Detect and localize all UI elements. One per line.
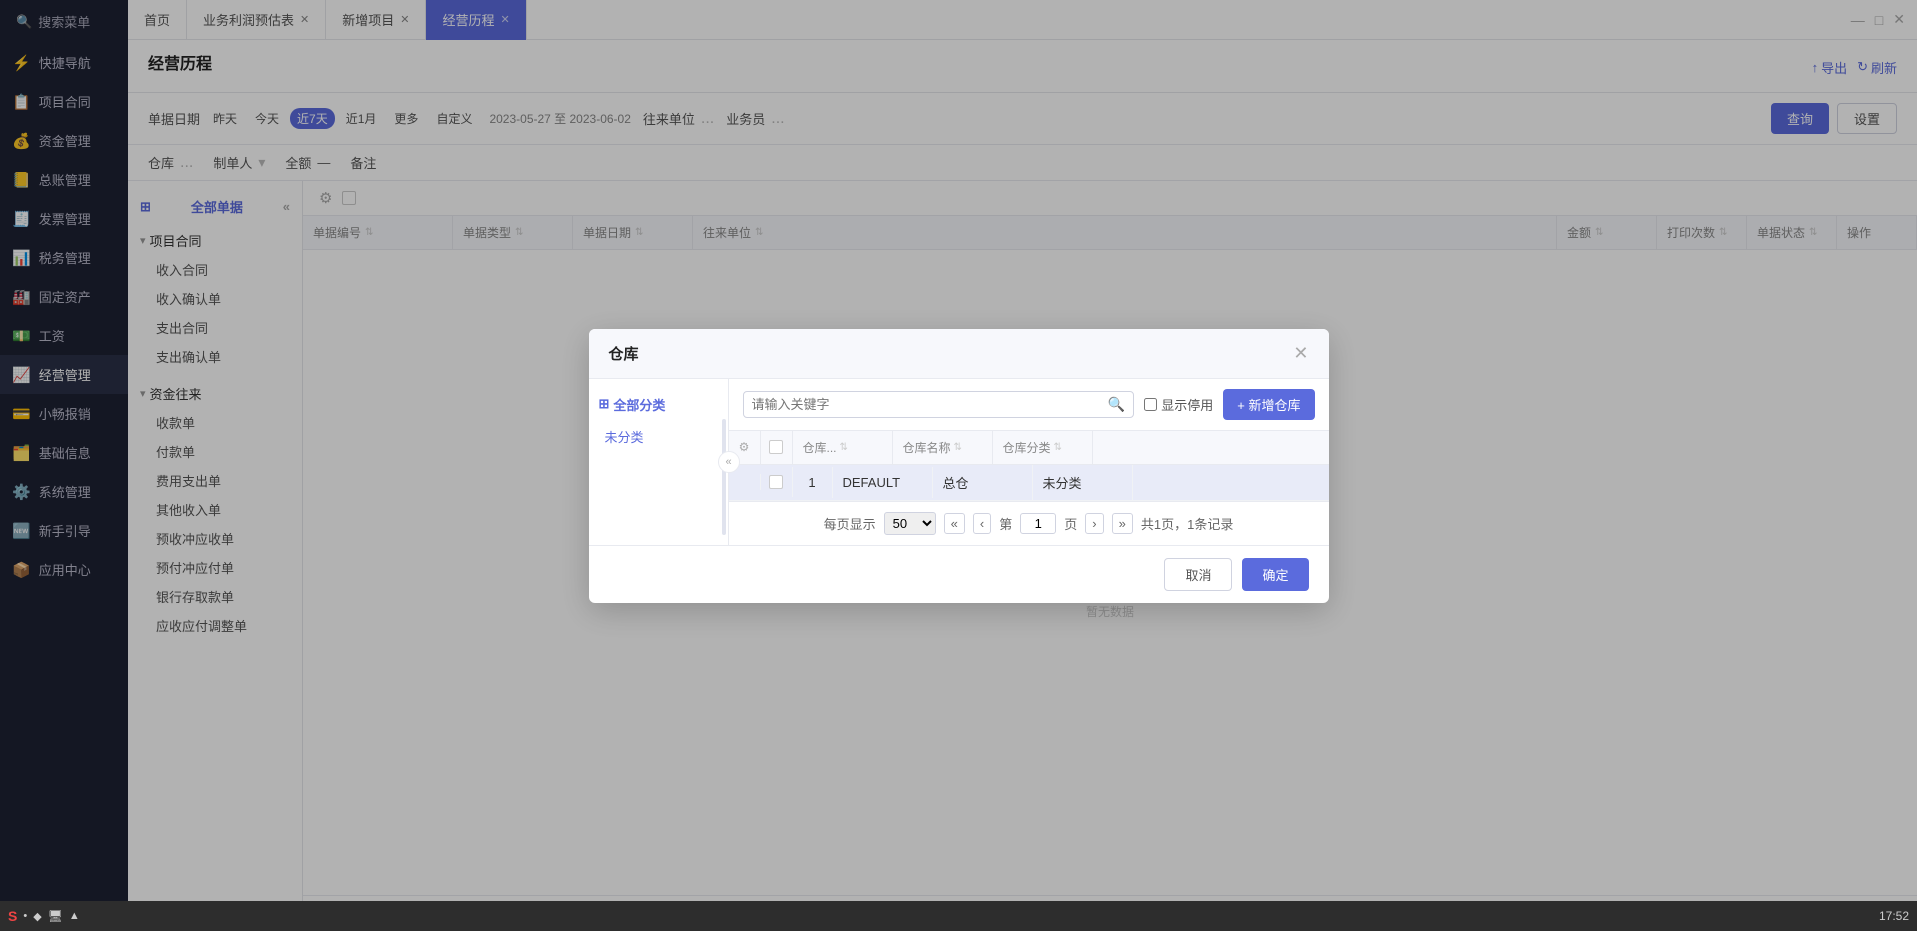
- modal-title: 仓库: [609, 343, 639, 364]
- modal-right-panel: 🔍 显示停用 + 新增仓库 ⚙: [729, 379, 1329, 545]
- modal-table: ⚙ 仓库... ⇅ 仓库名称 ⇅: [729, 431, 1329, 501]
- modal-row-check[interactable]: [761, 467, 793, 497]
- taskbar: S • ◆ 🖥 ▲ 17:52: [0, 901, 1917, 931]
- modal-th-code: 仓库... ⇅: [793, 431, 893, 464]
- modal-left-item-label: 未分类: [605, 430, 644, 445]
- modal-search-input[interactable]: [752, 397, 1102, 412]
- taskbar-icon-triangle[interactable]: ▲: [69, 910, 80, 922]
- taskbar-icon-screen[interactable]: 🖥: [48, 909, 63, 923]
- modal-left-panel: ⊞ 全部分类 未分类 «: [589, 379, 729, 545]
- modal-left-scrollbar: [722, 419, 726, 535]
- taskbar-time: 17:52: [1879, 909, 1909, 923]
- modal-select-all-checkbox[interactable]: [769, 440, 783, 454]
- taskbar-dot1: •: [23, 910, 27, 922]
- modal-prev-page-btn[interactable]: ‹: [973, 513, 991, 534]
- modal-close-btn[interactable]: ✕: [1293, 343, 1308, 364]
- modal-row-num: 1: [793, 467, 833, 498]
- modal-left-item-uncategorized[interactable]: 未分类: [589, 420, 728, 453]
- modal-cancel-btn[interactable]: 取消: [1164, 558, 1232, 591]
- taskbar-start-icon[interactable]: S: [8, 908, 17, 924]
- modal-row-category: 未分类: [1033, 465, 1133, 500]
- modal-page-input[interactable]: [1020, 513, 1056, 534]
- modal-body: ⊞ 全部分类 未分类 « 🔍: [589, 379, 1329, 545]
- modal-total-info: 共1页，1条记录: [1141, 514, 1233, 533]
- modal-th-category: 仓库分类 ⇅: [993, 431, 1093, 464]
- modal-page-label: 第: [999, 514, 1012, 533]
- code-sort-icon: ⇅: [840, 442, 848, 453]
- taskbar-dot2: ◆: [33, 910, 41, 923]
- show-disabled-checkbox[interactable]: [1144, 398, 1157, 411]
- modal-first-page-btn[interactable]: «: [944, 513, 965, 534]
- modal-per-page-label: 每页显示: [824, 514, 876, 533]
- modal-toolbar: 🔍 显示停用 + 新增仓库: [729, 379, 1329, 431]
- modal-overlay: 仓库 ✕ ⊞ 全部分类 未分类 «: [0, 0, 1917, 931]
- cat-sort-icon: ⇅: [1054, 442, 1062, 453]
- warehouse-modal: 仓库 ✕ ⊞ 全部分类 未分类 «: [589, 329, 1329, 603]
- modal-confirm-btn[interactable]: 确定: [1242, 558, 1308, 591]
- modal-table-header: ⚙ 仓库... ⇅ 仓库名称 ⇅: [729, 431, 1329, 465]
- modal-search-icon: 🔍: [1108, 396, 1125, 413]
- modal-all-label: 全部分类: [613, 395, 665, 414]
- modal-next-page-btn[interactable]: ›: [1085, 513, 1103, 534]
- name-sort-icon: ⇅: [954, 442, 962, 453]
- gear-header-icon[interactable]: ⚙: [739, 440, 750, 454]
- modal-pagination: 每页显示 50 100 « ‹ 第 页 › » 共1页，1条记录: [729, 501, 1329, 545]
- modal-left-all-btn[interactable]: ⊞ 全部分类: [589, 389, 728, 420]
- modal-footer: 取消 确定: [589, 545, 1329, 603]
- modal-row-code: DEFAULT: [833, 467, 933, 498]
- modal-th-name: 仓库名称 ⇅: [893, 431, 993, 464]
- modal-left-toggle-btn[interactable]: «: [718, 451, 740, 473]
- row-checkbox[interactable]: [769, 475, 783, 489]
- modal-page-suffix: 页: [1064, 514, 1077, 533]
- show-disabled-label: 显示停用: [1161, 395, 1213, 414]
- modal-search-box[interactable]: 🔍: [743, 391, 1135, 418]
- modal-per-page-select[interactable]: 50 100: [884, 512, 936, 535]
- show-disabled-group: 显示停用: [1144, 395, 1213, 414]
- modal-table-row[interactable]: 1 DEFAULT 总仓 未分类: [729, 465, 1329, 501]
- modal-th-check: [761, 431, 793, 464]
- modal-row-name: 总仓: [933, 465, 1033, 500]
- modal-header: 仓库 ✕: [589, 329, 1329, 379]
- modal-last-page-btn[interactable]: »: [1112, 513, 1133, 534]
- add-warehouse-btn[interactable]: + 新增仓库: [1223, 389, 1314, 420]
- modal-row-gear: [729, 474, 761, 490]
- grid-icon: ⊞: [599, 396, 610, 412]
